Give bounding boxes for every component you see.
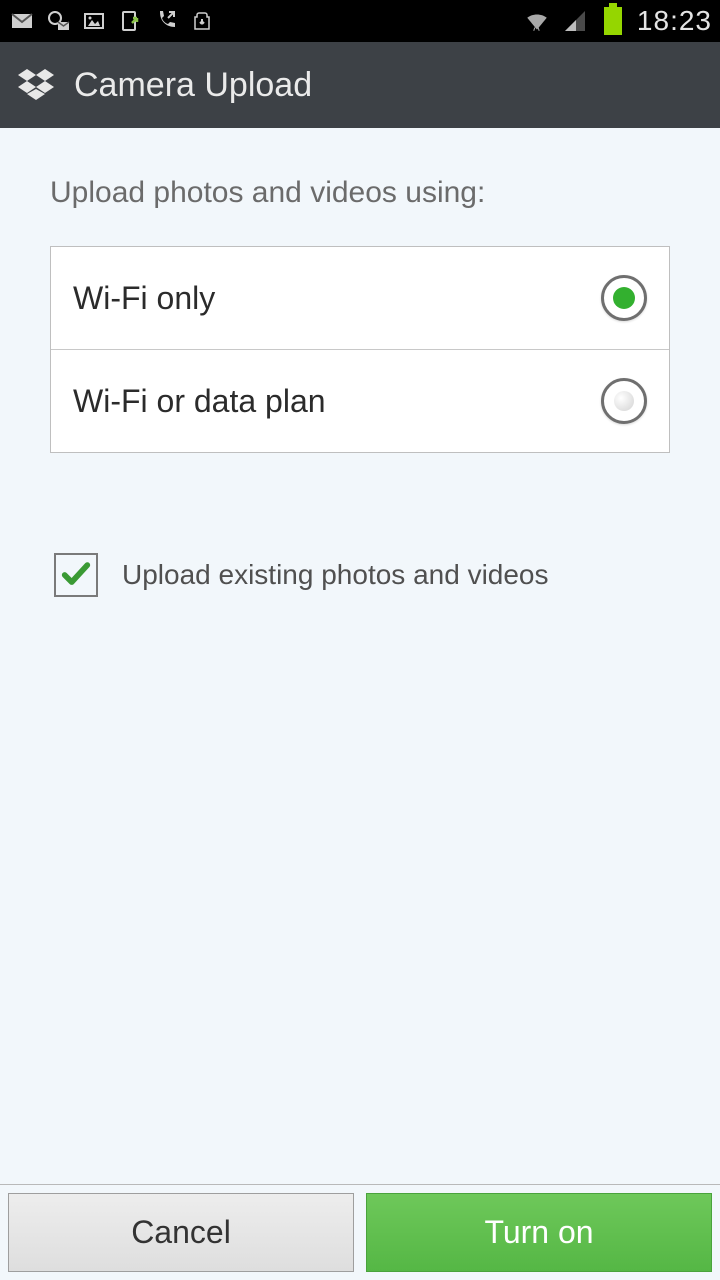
device-sync-icon [116, 7, 144, 35]
gallery-icon [80, 7, 108, 35]
cancel-button-label: Cancel [131, 1214, 231, 1251]
footer-actions: Cancel Turn on [0, 1184, 720, 1280]
status-bar: 18:23 [0, 0, 720, 42]
app-bar: Camera Upload [0, 42, 720, 128]
turn-on-button[interactable]: Turn on [366, 1193, 712, 1272]
wifi-icon [523, 7, 551, 35]
radio-indicator-icon [601, 275, 647, 321]
turn-on-button-label: Turn on [484, 1214, 593, 1251]
section-label: Upload photos and videos using: [50, 176, 670, 210]
gmail-icon [8, 7, 36, 35]
radio-wifi-or-data[interactable]: Wi-Fi or data plan [51, 349, 669, 452]
status-time: 18:23 [637, 5, 712, 37]
main-content: Upload photos and videos using: Wi-Fi on… [0, 128, 720, 1184]
checkbox-icon [54, 553, 98, 597]
settings-mail-icon [44, 7, 72, 35]
dropbox-icon [16, 65, 56, 105]
cancel-button[interactable]: Cancel [8, 1193, 354, 1272]
upload-method-radio-group: Wi-Fi only Wi-Fi or data plan [50, 246, 670, 453]
status-right-icons: 18:23 [523, 5, 712, 37]
upload-existing-checkbox[interactable]: Upload existing photos and videos [50, 553, 670, 597]
radio-indicator-icon [601, 378, 647, 424]
cell-signal-icon [561, 7, 589, 35]
checkbox-label: Upload existing photos and videos [122, 559, 549, 591]
download-icon [188, 7, 216, 35]
status-left-icons [8, 7, 216, 35]
radio-wifi-only[interactable]: Wi-Fi only [51, 247, 669, 349]
radio-label: Wi-Fi only [73, 280, 601, 317]
battery-icon [599, 7, 627, 35]
outgoing-call-icon [152, 7, 180, 35]
radio-label: Wi-Fi or data plan [73, 383, 601, 420]
page-title: Camera Upload [74, 66, 312, 105]
